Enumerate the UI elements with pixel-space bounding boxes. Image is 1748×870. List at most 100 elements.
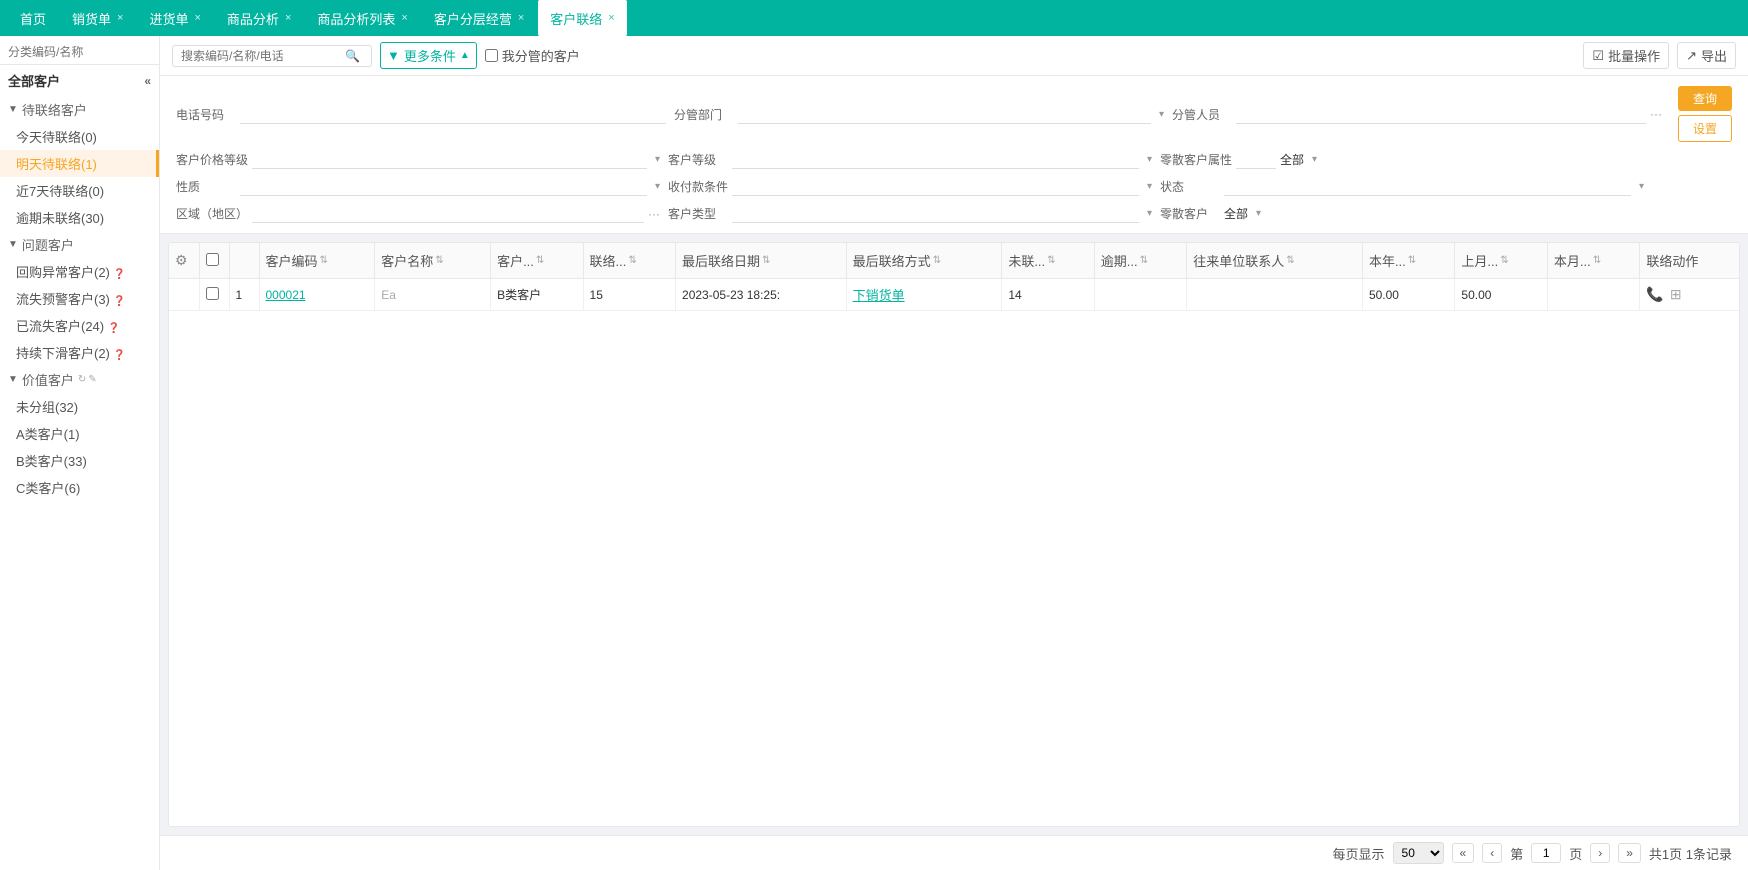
col-code: 客户编码 ⇅	[259, 243, 375, 279]
sidebar-item-class-b[interactable]: B类客户(33)	[0, 447, 159, 474]
col-index	[229, 243, 259, 279]
sidebar-item-unclassified[interactable]: 未分组(32)	[0, 393, 159, 420]
filter-phone-input[interactable]	[240, 105, 666, 124]
sidebar-item-class-a[interactable]: A类客户(1)	[0, 420, 159, 447]
filter-nature-arrow[interactable]: ▾	[655, 181, 660, 192]
query-button[interactable]: 查询	[1678, 86, 1732, 111]
col-this-year: 本年... ⇅	[1362, 243, 1454, 279]
sidebar-group-problem[interactable]: ▼ 问题客户	[0, 231, 159, 258]
filter-customer-type-arrow[interactable]: ▾	[1147, 208, 1152, 219]
customers-table: ⚙ 客户编码 ⇅	[169, 243, 1739, 311]
filter-customer-type: 客户类型 ▾	[668, 204, 1152, 223]
filter-retail-customer-arrow[interactable]: ▾	[1256, 208, 1261, 219]
row-name[interactable]: Ea	[375, 279, 491, 311]
filter-manager-dots[interactable]: ···	[1650, 107, 1662, 121]
filter-price-level-arrow[interactable]: ▾	[655, 154, 660, 165]
nav-customer-tier[interactable]: 客户分层经营 ×	[422, 0, 536, 36]
nav-product-analysis-list-close[interactable]: ×	[401, 12, 407, 24]
filter-nature-input[interactable]	[240, 177, 647, 196]
more-conditions-button[interactable]: ▼ 更多条件 ▲	[380, 42, 477, 69]
filter-payment-arrow[interactable]: ▾	[1147, 181, 1152, 192]
sidebar-item-churn-warning[interactable]: 流失预警客户(3) ❓	[0, 285, 159, 312]
sidebar-item-tomorrow[interactable]: 明天待联络(1)	[0, 150, 159, 177]
filter-region-dots[interactable]: ···	[648, 207, 660, 221]
col-name-sort[interactable]: ⇅	[435, 255, 443, 266]
filter-manager-input[interactable]	[1236, 105, 1646, 124]
row-action-more-icon[interactable]: ⊞	[1670, 286, 1682, 303]
sidebar-group-value[interactable]: ▼ 价值客户 ↻ ✎	[0, 366, 159, 393]
last-page-button[interactable]: »	[1618, 843, 1641, 863]
nav-customer-tier-close[interactable]: ×	[518, 12, 524, 24]
adv-filter-row-4: 区域（地区） ··· 客户类型 ▾ 零散客户 全部 ▾	[176, 204, 1732, 223]
sidebar-item-declining[interactable]: 持续下滑客户(2) ❓	[0, 339, 159, 366]
col-this-month-sort[interactable]: ⇅	[1593, 255, 1601, 266]
sidebar-item-lost[interactable]: 已流失客户(24) ❓	[0, 312, 159, 339]
my-customers-checkbox[interactable]: 我分管的客户	[485, 46, 580, 65]
next-page-button[interactable]: ›	[1590, 843, 1610, 863]
filter-payment-input[interactable]	[732, 177, 1139, 196]
sidebar-item-today[interactable]: 今天待联络(0)	[0, 123, 159, 150]
sidebar-search-input[interactable]	[8, 45, 160, 59]
nav-home[interactable]: 首页	[8, 0, 58, 36]
filter-retail-attr-input[interactable]	[1236, 150, 1276, 169]
sidebar-item-overdue[interactable]: 逾期未联络(30)	[0, 204, 159, 231]
col-last-month: 上月... ⇅	[1455, 243, 1547, 279]
batch-action-button[interactable]: ☑ 批量操作	[1583, 42, 1669, 69]
page-number-input[interactable]	[1531, 843, 1561, 863]
filter-search-input[interactable]	[181, 49, 341, 63]
my-customers-check[interactable]	[485, 49, 498, 62]
col-type-sort[interactable]: ⇅	[536, 255, 544, 266]
row-action: 📞 ⊞	[1640, 279, 1739, 311]
filter-retail-attr-arrow[interactable]: ▾	[1312, 154, 1317, 165]
sidebar-collapse-icon[interactable]: «	[144, 74, 151, 88]
col-this-year-sort[interactable]: ⇅	[1408, 255, 1416, 266]
row-checkbox[interactable]	[206, 287, 219, 300]
adv-filter-row-3: 性质 ▾ 收付款条件 ▾ 状态 ▾	[176, 177, 1732, 196]
sidebar-group-pending[interactable]: ▼ 待联络客户	[0, 96, 159, 123]
row-last-method[interactable]: 下销货单	[846, 279, 1002, 311]
row-checkbox-cell	[199, 279, 229, 311]
col-liaison-sort[interactable]: ⇅	[1286, 255, 1294, 266]
nav-purchase-order[interactable]: 进货单 ×	[137, 0, 212, 36]
filter-customer-level-input[interactable]	[732, 150, 1139, 169]
filter-status-arrow[interactable]: ▾	[1639, 181, 1644, 192]
first-page-button[interactable]: «	[1452, 843, 1475, 863]
sidebar-item-7days[interactable]: 近7天待联络(0)	[0, 177, 159, 204]
filter-status-input[interactable]	[1224, 177, 1631, 196]
nav-customer-contact[interactable]: 客户联络 ×	[538, 0, 626, 36]
filter-retail-attr: 零散客户属性 全部 ▾	[1160, 150, 1644, 169]
row-code[interactable]: 000021	[259, 279, 375, 311]
nav-product-analysis-list[interactable]: 商品分析列表 ×	[305, 0, 419, 36]
nav-product-analysis-close[interactable]: ×	[285, 12, 291, 24]
row-action-call-icon[interactable]: 📞	[1646, 286, 1663, 303]
col-last-method-sort[interactable]: ⇅	[933, 255, 941, 266]
prev-page-button[interactable]: ‹	[1482, 843, 1502, 863]
table-select-all[interactable]	[206, 253, 219, 266]
sidebar-all-customers[interactable]: 全部客户 «	[0, 65, 159, 96]
reset-button[interactable]: 设置	[1678, 115, 1732, 142]
sidebar-item-repurchase-abnormal[interactable]: 回购异常客户(2) ❓	[0, 258, 159, 285]
nav-customer-contact-close[interactable]: ×	[608, 12, 614, 24]
col-overdue-sort[interactable]: ⇅	[1140, 255, 1148, 266]
nav-product-analysis[interactable]: 商品分析 ×	[215, 0, 303, 36]
col-code-sort[interactable]: ⇅	[320, 255, 328, 266]
filter-dept-input[interactable]	[738, 105, 1151, 124]
filter-price-level-input[interactable]	[252, 150, 647, 169]
nav-purchase-order-close[interactable]: ×	[194, 12, 200, 24]
col-uncontacted-sort[interactable]: ⇅	[1047, 255, 1055, 266]
sidebar-item-class-c[interactable]: C类客户(6)	[0, 474, 159, 501]
col-last-date-sort[interactable]: ⇅	[762, 255, 770, 266]
nav-sales-order[interactable]: 销货单 ×	[60, 0, 135, 36]
nav-sales-order-close[interactable]: ×	[117, 12, 123, 24]
filter-customer-level-arrow[interactable]: ▾	[1147, 154, 1152, 165]
filter-search-box: 🔍	[172, 45, 372, 67]
filter-region-input[interactable]	[252, 204, 644, 223]
filter-search-icon[interactable]: 🔍	[345, 49, 360, 63]
page-size-select[interactable]: 50 100	[1393, 842, 1444, 864]
filter-dept-arrow[interactable]: ▾	[1159, 109, 1164, 120]
col-contact-sort[interactable]: ⇅	[628, 255, 636, 266]
export-button[interactable]: ↗ 导出	[1677, 42, 1736, 69]
col-last-month-sort[interactable]: ⇅	[1500, 255, 1508, 266]
table-settings-icon[interactable]: ⚙	[175, 252, 188, 268]
filter-customer-type-input[interactable]	[732, 204, 1139, 223]
